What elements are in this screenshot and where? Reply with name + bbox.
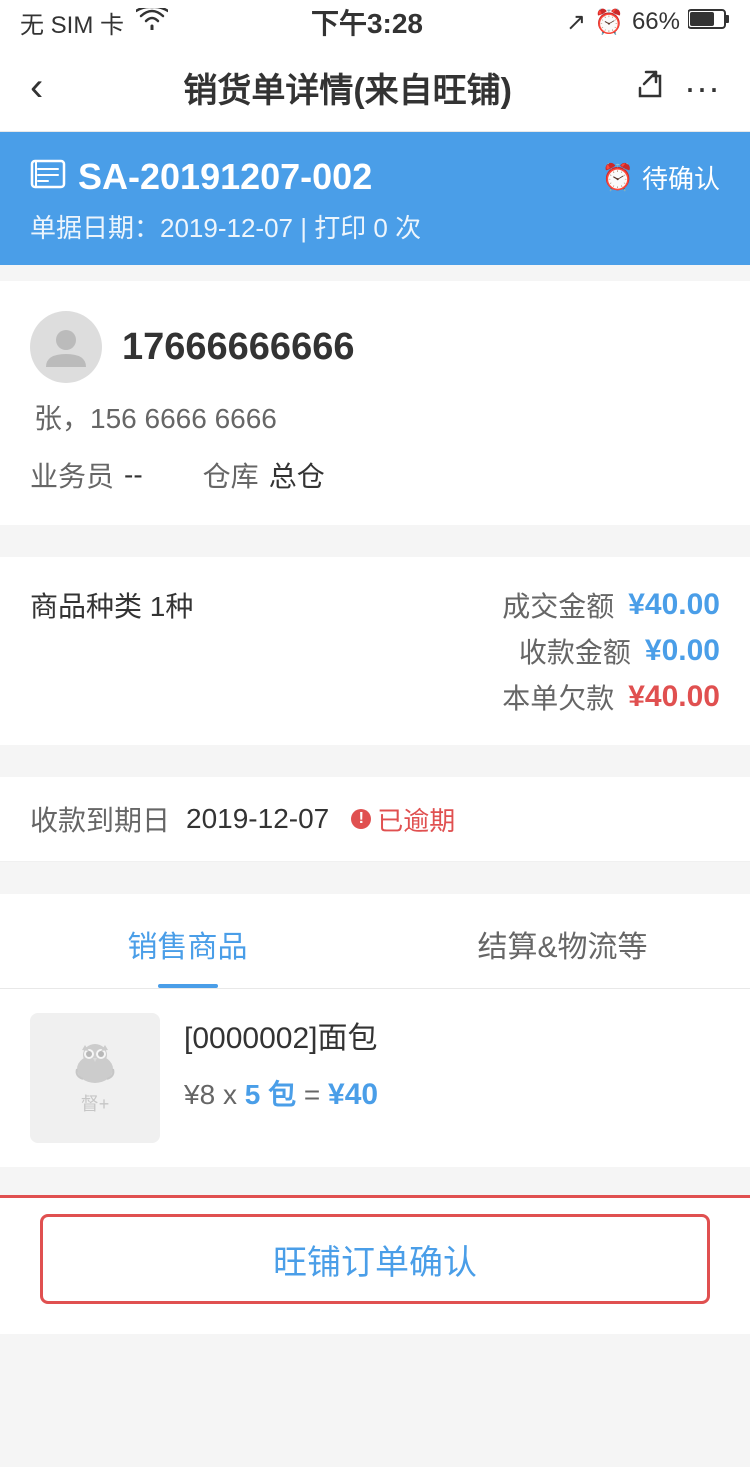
order-id-text: SA-20191207-002 bbox=[78, 156, 372, 198]
warehouse-label: 仓库 bbox=[203, 455, 259, 495]
tabs-section: 销售商品 结算&物流等 bbox=[0, 894, 750, 989]
transaction-amount: ¥40.00 bbox=[628, 588, 720, 622]
bottom-bar: 旺铺订单确认 bbox=[0, 1195, 750, 1334]
share-icon[interactable] bbox=[632, 67, 664, 109]
battery-text: 66% bbox=[632, 8, 680, 36]
page-title: 销货单详情(来自旺铺) bbox=[63, 63, 632, 112]
divider-1 bbox=[0, 525, 750, 541]
status-right: ↗ ⏰ 66% bbox=[566, 8, 730, 37]
customer-phone: 17666666666 bbox=[122, 326, 354, 369]
product-code: [0000002] bbox=[184, 1022, 317, 1055]
balance-amount: ¥40.00 bbox=[628, 680, 720, 714]
divider-2 bbox=[0, 745, 750, 761]
product-types-value: 1种 bbox=[150, 591, 194, 622]
product-types-label: 商品种类 bbox=[30, 591, 150, 622]
transaction-label: 成交金额 bbox=[502, 585, 614, 625]
price-unit: ¥8 bbox=[184, 1079, 215, 1110]
wifi-icon bbox=[136, 8, 168, 37]
sales-rep-value: -- bbox=[124, 459, 143, 491]
due-section: 收款到期日 2019-12-07 ! 已逾期 bbox=[0, 777, 750, 862]
order-icon bbox=[30, 156, 66, 198]
balance-amount-row: 本单欠款 ¥40.00 bbox=[502, 677, 720, 717]
warehouse-item: 仓库 总仓 bbox=[203, 455, 325, 495]
time-display: 下午3:28 bbox=[311, 2, 423, 42]
order-banner: SA-20191207-002 ⏰ 待确认 单据日期：2019-12-07 | … bbox=[0, 132, 750, 265]
alarm-icon: ⏰ bbox=[594, 8, 624, 37]
tab-settlement-label: 结算&物流等 bbox=[477, 931, 647, 964]
overdue-text: 已逾期 bbox=[377, 801, 455, 838]
overdue-dot-icon: ! bbox=[351, 809, 371, 829]
nav-bar: ‹ 销货单详情(来自旺铺) ··· bbox=[0, 44, 750, 132]
summary-section: 商品种类 1种 成交金额 ¥40.00 收款金额 ¥0.00 本单欠款 ¥40.… bbox=[0, 557, 750, 745]
more-icon[interactable]: ··· bbox=[684, 67, 720, 109]
transaction-amount-row: 成交金额 ¥40.00 bbox=[502, 585, 720, 625]
battery-icon bbox=[688, 8, 730, 37]
received-amount: ¥0.00 bbox=[645, 634, 720, 668]
product-info: [0000002]面包 ¥8 x 5 包 = ¥40 bbox=[184, 1013, 720, 1113]
customer-section: 17666666666 张，156 6666 6666 业务员 -- 仓库 总仓 bbox=[0, 281, 750, 525]
overdue-badge: ! 已逾期 bbox=[351, 801, 455, 838]
customer-name: 张，156 6666 6666 bbox=[30, 397, 720, 437]
nav-actions: ··· bbox=[632, 67, 720, 109]
product-image: 督+ bbox=[30, 1013, 160, 1143]
divider-3 bbox=[0, 862, 750, 878]
tabs-row: 销售商品 结算&物流等 bbox=[0, 894, 750, 989]
price-unit-label: 包 bbox=[268, 1079, 296, 1110]
product-item: 督+ [0000002]面包 ¥8 x 5 包 = ¥40 bbox=[0, 989, 750, 1167]
no-sim-text: 无 SIM 卡 bbox=[20, 5, 124, 40]
customer-meta: 业务员 -- 仓库 总仓 bbox=[30, 455, 720, 495]
price-multiply: x bbox=[223, 1079, 245, 1110]
due-date-value: 2019-12-07 bbox=[186, 803, 329, 835]
back-button[interactable]: ‹ bbox=[30, 65, 43, 110]
confirm-order-button[interactable]: 旺铺订单确认 bbox=[40, 1214, 710, 1304]
warehouse-value: 总仓 bbox=[269, 455, 325, 495]
product-price: ¥8 x 5 包 = ¥40 bbox=[184, 1073, 720, 1113]
balance-label: 本单欠款 bbox=[502, 677, 614, 717]
received-amount-row: 收款金额 ¥0.00 bbox=[519, 631, 720, 671]
product-image-placeholder: 督+ bbox=[65, 1041, 125, 1116]
tab-sales-products[interactable]: 销售商品 bbox=[0, 894, 375, 988]
amounts-section: 成交金额 ¥40.00 收款金额 ¥0.00 本单欠款 ¥40.00 bbox=[502, 585, 720, 717]
price-equals: = bbox=[304, 1079, 328, 1110]
brand-plus-text: 督+ bbox=[81, 1090, 110, 1116]
product-types-item: 商品种类 1种 bbox=[30, 585, 193, 625]
status-text: 待确认 bbox=[642, 159, 720, 196]
price-quantity: 5 bbox=[245, 1079, 261, 1110]
product-display-name: 面包 bbox=[317, 1022, 377, 1055]
status-left: 无 SIM 卡 bbox=[20, 5, 168, 40]
status-bar: 无 SIM 卡 下午3:28 ↗ ⏰ 66% bbox=[0, 0, 750, 44]
sales-rep-item: 业务员 -- bbox=[30, 455, 143, 495]
avatar bbox=[30, 311, 102, 383]
sales-rep-label: 业务员 bbox=[30, 455, 114, 495]
order-status: ⏰ 待确认 bbox=[602, 159, 720, 196]
product-name: [0000002]面包 bbox=[184, 1013, 720, 1057]
price-total: ¥40 bbox=[328, 1078, 378, 1111]
tab-sales-label: 销售商品 bbox=[128, 931, 248, 964]
order-id: SA-20191207-002 bbox=[30, 156, 372, 198]
location-icon: ↗ bbox=[566, 8, 586, 37]
status-clock-icon: ⏰ bbox=[602, 162, 634, 193]
order-date: 单据日期：2019-12-07 | 打印 0 次 bbox=[30, 208, 720, 245]
due-label: 收款到期日 bbox=[30, 799, 170, 839]
received-label: 收款金额 bbox=[519, 631, 631, 671]
tab-settlement[interactable]: 结算&物流等 bbox=[375, 894, 750, 988]
